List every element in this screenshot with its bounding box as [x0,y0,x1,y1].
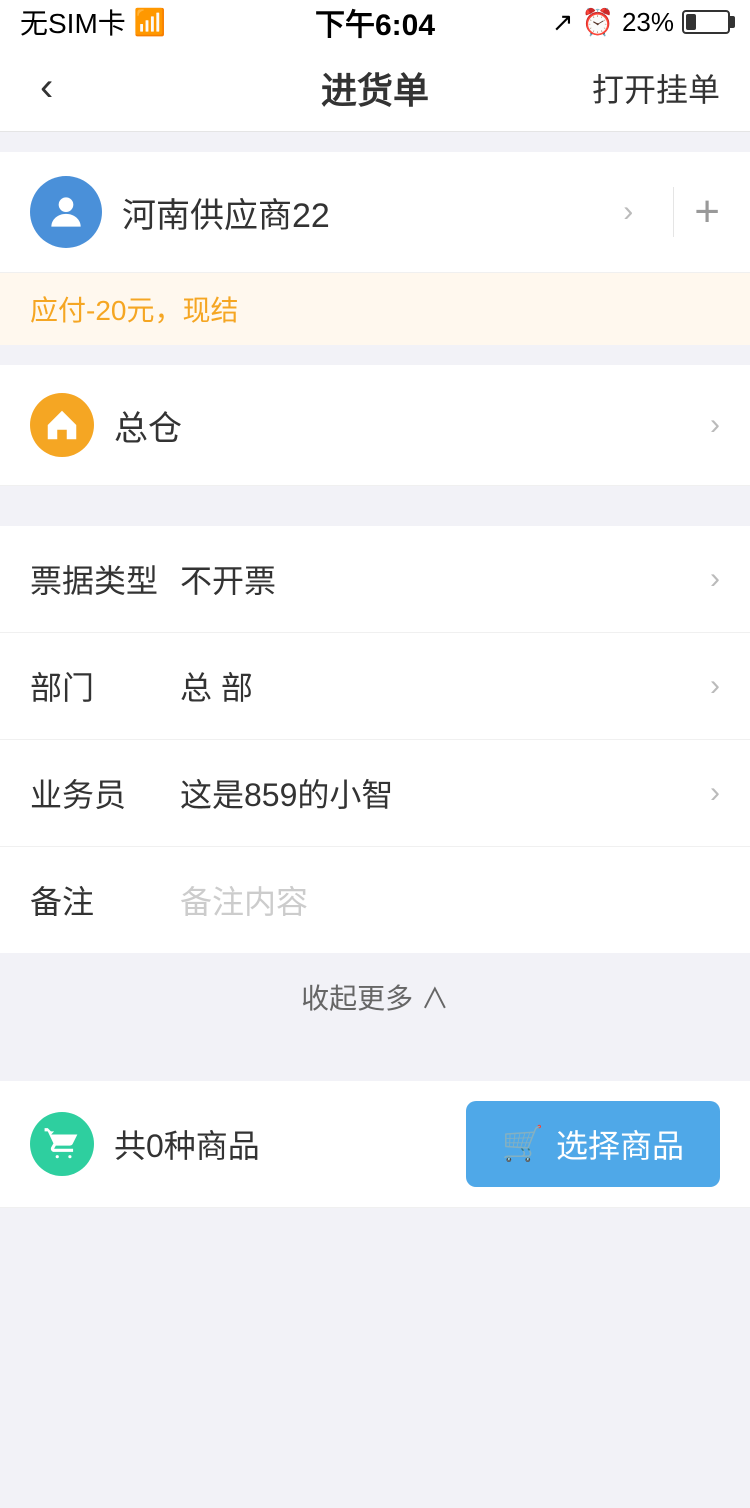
salesperson-value: 这是859的小智 [160,770,710,816]
remark-input[interactable]: 备注内容 [160,877,720,923]
gap-4 [0,1041,750,1061]
product-bar: 共0种商品 🛒 选择商品 [0,1081,750,1208]
supplier-section: 河南供应商22 › + 应付-20元，现结 [0,152,750,345]
cart-icon [43,1125,81,1163]
page-title: 进货单 [321,62,429,114]
warehouse-icon [43,406,81,444]
invoice-type-chevron-icon: › [710,562,720,596]
status-time: 下午6:04 [315,0,435,44]
warehouse-chevron-icon: › [710,408,720,442]
product-icon-circle [30,1112,94,1176]
remark-label: 备注 [30,877,160,923]
battery-text: 23% [622,7,674,38]
status-bar: 无SIM卡 📶 下午6:04 ↗ ⏰ 23% [0,0,750,44]
department-chevron-icon: › [710,669,720,703]
battery-icon [682,10,730,34]
remark-row[interactable]: 备注 备注内容 [0,847,750,953]
supplier-avatar [30,176,102,248]
location-icon: ↗ [552,7,574,38]
warehouse-row[interactable]: 总仓 › [0,365,750,486]
supplier-name: 河南供应商22 [122,188,623,237]
salesperson-row[interactable]: 业务员 这是859的小智 › [0,740,750,847]
warehouse-icon-circle [30,393,94,457]
form-section: 票据类型 不开票 › 部门 总 部 › 业务员 这是859的小智 › 备注 备注… [0,526,750,953]
collapse-bar[interactable]: 收起更多 ∧ [0,953,750,1041]
gap-2 [0,345,750,365]
alarm-icon: ⏰ [582,7,614,38]
warehouse-label: 总仓 [114,401,710,450]
department-row[interactable]: 部门 总 部 › [0,633,750,740]
person-icon [44,190,88,234]
supplier-chevron-icon: › [623,195,633,229]
invoice-type-row[interactable]: 票据类型 不开票 › [0,526,750,633]
product-count-label: 共0种商品 [114,1121,466,1167]
status-left: 无SIM卡 📶 [20,2,166,42]
bottom-area [0,1208,750,1508]
open-pending-button[interactable]: 打开挂单 [592,65,720,111]
select-product-button[interactable]: 🛒 选择商品 [466,1101,720,1187]
vertical-divider [673,187,674,237]
department-value: 总 部 [160,663,710,709]
salesperson-label: 业务员 [30,770,160,816]
collapse-label: 收起更多 ∧ [301,983,449,1014]
carrier-text: 无SIM卡 [20,2,126,42]
salesperson-chevron-icon: › [710,776,720,810]
gap-1 [0,132,750,152]
supplier-row[interactable]: 河南供应商22 › + [0,152,750,273]
invoice-type-label: 票据类型 [30,556,160,602]
wifi-icon: 📶 [134,7,166,38]
invoice-type-value: 不开票 [160,556,710,602]
gap-3 [0,486,750,506]
add-button[interactable]: + [694,187,720,237]
status-right: ↗ ⏰ 23% [552,7,730,38]
department-label: 部门 [30,663,160,709]
nav-bar: ‹ 进货单 打开挂单 [0,44,750,132]
select-product-label: 选择商品 [556,1121,684,1167]
back-button[interactable]: ‹ [30,55,63,120]
select-product-icon: 🛒 [502,1124,544,1164]
notice-bar: 应付-20元，现结 [0,273,750,345]
